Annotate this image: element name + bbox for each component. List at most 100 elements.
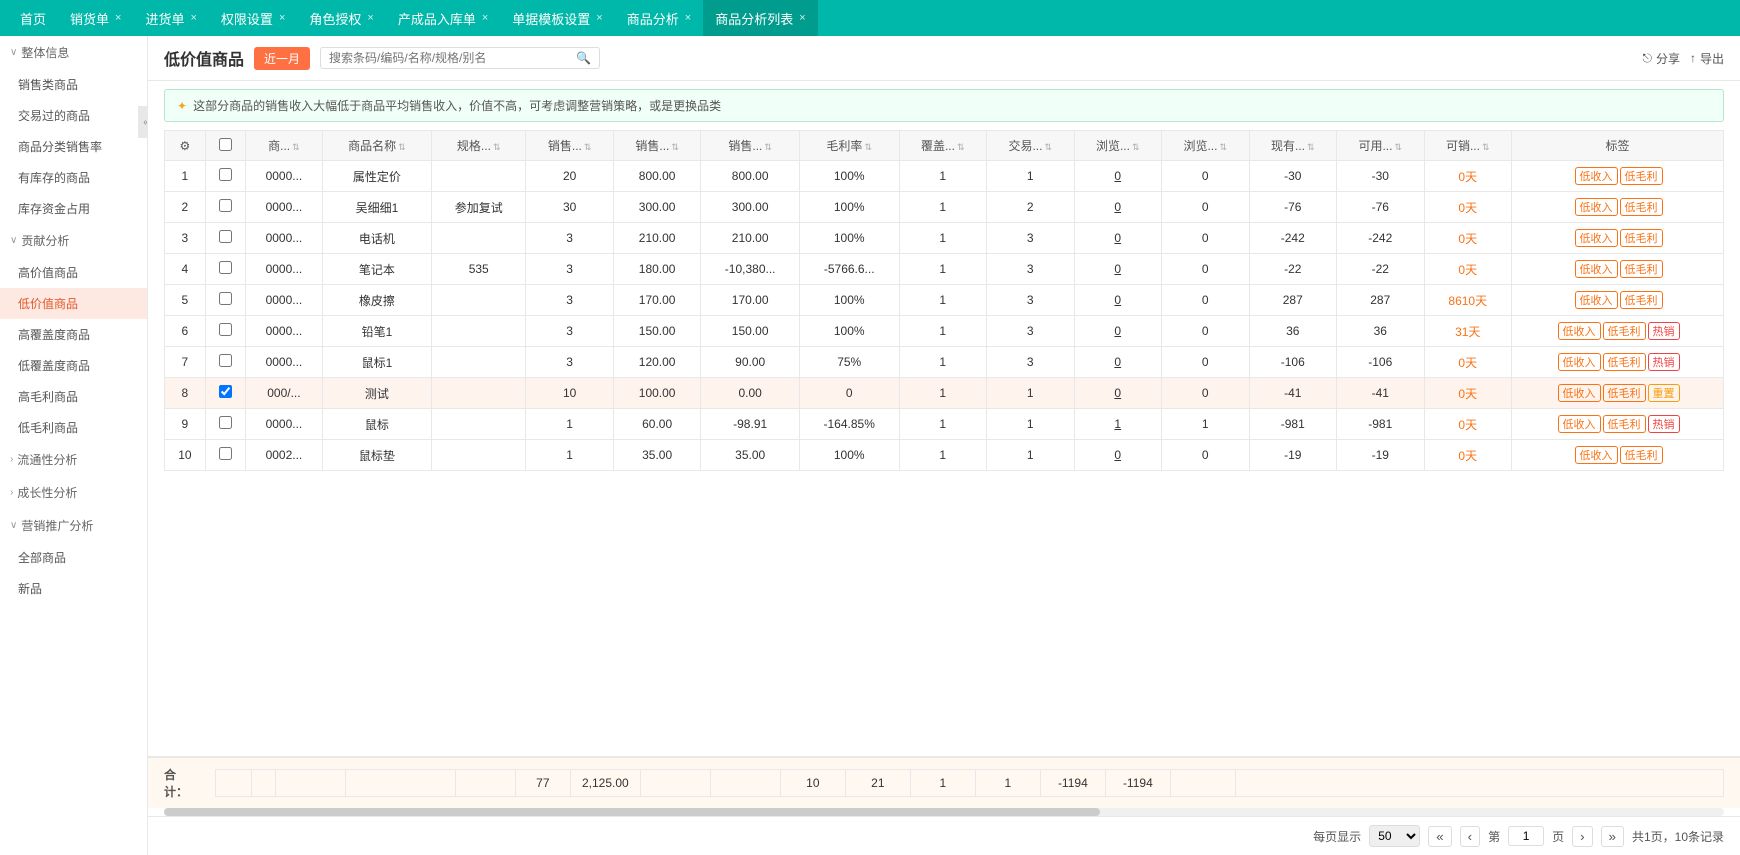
view1-link[interactable]: 0 xyxy=(1114,448,1121,462)
cell-view1[interactable]: 1 xyxy=(1074,409,1162,440)
sidebar-item-low-profit[interactable]: 低毛利商品 xyxy=(0,412,147,443)
col-tags[interactable]: 标签 xyxy=(1512,131,1724,161)
row-checkbox[interactable] xyxy=(219,199,232,212)
sidebar-item-high-profit[interactable]: 高毛利商品 xyxy=(0,381,147,412)
cell-checkbox[interactable] xyxy=(205,378,245,409)
view1-link[interactable]: 0 xyxy=(1114,324,1121,338)
col-trade[interactable]: 交易...⇅ xyxy=(987,131,1075,161)
nav-item-home[interactable]: 首页 xyxy=(8,0,58,36)
sidebar-group-营销推广分析[interactable]: ∨营销推广分析 xyxy=(0,509,147,542)
sidebar-item-new-goods[interactable]: 新品 xyxy=(0,573,147,604)
row-checkbox[interactable] xyxy=(219,168,232,181)
cell-view1[interactable]: 0 xyxy=(1074,316,1162,347)
view1-link[interactable]: 0 xyxy=(1114,262,1121,276)
nav-item-inventory[interactable]: 产成品入库单× xyxy=(386,0,500,36)
sidebar-group-整体信息[interactable]: ∨整体信息 xyxy=(0,36,147,69)
row-checkbox[interactable] xyxy=(219,261,232,274)
cell-checkbox[interactable] xyxy=(205,347,245,378)
col-view1[interactable]: 浏览...⇅ xyxy=(1074,131,1162,161)
col-name[interactable]: 商品名称⇅ xyxy=(322,131,431,161)
view1-link[interactable]: 0 xyxy=(1114,355,1121,369)
cell-checkbox[interactable] xyxy=(205,316,245,347)
date-btn[interactable]: 近一月 xyxy=(254,47,310,70)
sidebar-item-all-goods[interactable]: 全部商品 xyxy=(0,542,147,573)
view1-link[interactable]: 0 xyxy=(1114,293,1121,307)
sidebar-group-流通性分析[interactable]: ›流通性分析 xyxy=(0,443,147,476)
sidebar-item-sales-goods[interactable]: 销售类商品 xyxy=(0,69,147,100)
row-checkbox[interactable] xyxy=(219,416,232,429)
nav-item-permission[interactable]: 权限设置× xyxy=(209,0,297,36)
select-all-checkbox[interactable] xyxy=(219,138,232,151)
sidebar-collapse-btn[interactable]: « xyxy=(138,106,148,138)
nav-item-sales[interactable]: 销货单× xyxy=(58,0,133,36)
col-sales1[interactable]: 销售...⇅ xyxy=(526,131,614,161)
share-btn[interactable]: ⎋ 分享 xyxy=(1642,50,1680,67)
row-checkbox[interactable] xyxy=(219,447,232,460)
first-page-btn[interactable]: « xyxy=(1428,826,1451,847)
last-page-btn[interactable]: » xyxy=(1601,826,1624,847)
col-sales3[interactable]: 销售...⇅ xyxy=(701,131,800,161)
view1-link[interactable]: 0 xyxy=(1114,200,1121,214)
cell-view1[interactable]: 0 xyxy=(1074,161,1162,192)
cell-checkbox[interactable] xyxy=(205,285,245,316)
view1-link[interactable]: 0 xyxy=(1114,231,1121,245)
nav-close-analysis-list[interactable]: × xyxy=(799,12,805,24)
col-current[interactable]: 现有...⇅ xyxy=(1249,131,1337,161)
sidebar-item-traded-goods[interactable]: 交易过的商品 xyxy=(0,100,147,131)
nav-item-analysis-list[interactable]: 商品分析列表× xyxy=(703,0,817,36)
nav-close-permission[interactable]: × xyxy=(279,12,285,24)
cell-checkbox[interactable] xyxy=(205,254,245,285)
nav-item-template[interactable]: 单据模板设置× xyxy=(500,0,614,36)
cell-checkbox[interactable] xyxy=(205,192,245,223)
nav-close-analysis[interactable]: × xyxy=(685,12,691,24)
sidebar-group-成长性分析[interactable]: ›成长性分析 xyxy=(0,476,147,509)
sidebar-item-stock-goods[interactable]: 有库存的商品 xyxy=(0,162,147,193)
per-page-select[interactable]: 50 20 100 xyxy=(1369,825,1420,847)
col-sales2[interactable]: 销售...⇅ xyxy=(613,131,701,161)
sidebar-item-low-coverage[interactable]: 低覆盖度商品 xyxy=(0,350,147,381)
col-coverage[interactable]: 覆盖...⇅ xyxy=(899,131,987,161)
view1-link[interactable]: 0 xyxy=(1114,386,1121,400)
nav-close-sales[interactable]: × xyxy=(115,12,121,24)
next-page-btn[interactable]: › xyxy=(1572,826,1592,847)
cell-view1[interactable]: 0 xyxy=(1074,192,1162,223)
view1-link[interactable]: 1 xyxy=(1114,417,1121,431)
row-checkbox[interactable] xyxy=(219,385,232,398)
cell-checkbox[interactable] xyxy=(205,223,245,254)
cell-checkbox[interactable] xyxy=(205,161,245,192)
cell-view1[interactable]: 0 xyxy=(1074,378,1162,409)
cell-view1[interactable]: 0 xyxy=(1074,440,1162,471)
scrollbar-thumb[interactable] xyxy=(164,808,1100,816)
col-checkbox[interactable] xyxy=(205,131,245,161)
nav-close-role[interactable]: × xyxy=(367,12,373,24)
col-margin[interactable]: 毛利率⇅ xyxy=(799,131,899,161)
cell-view1[interactable]: 0 xyxy=(1074,285,1162,316)
nav-item-purchase[interactable]: 进货单× xyxy=(133,0,208,36)
col-code[interactable]: 商...⇅ xyxy=(245,131,322,161)
sidebar-item-high-value[interactable]: 高价值商品 xyxy=(0,257,147,288)
sidebar-item-category-rate[interactable]: 商品分类销售率 xyxy=(0,131,147,162)
prev-page-btn[interactable]: ‹ xyxy=(1460,826,1480,847)
cell-view1[interactable]: 0 xyxy=(1074,223,1162,254)
nav-item-role[interactable]: 角色授权× xyxy=(297,0,385,36)
col-available[interactable]: 可用...⇅ xyxy=(1337,131,1425,161)
row-checkbox[interactable] xyxy=(219,292,232,305)
col-spec[interactable]: 规格...⇅ xyxy=(432,131,526,161)
cell-checkbox[interactable] xyxy=(205,409,245,440)
nav-close-template[interactable]: × xyxy=(596,12,602,24)
nav-close-purchase[interactable]: × xyxy=(190,12,196,24)
search-input[interactable] xyxy=(329,51,572,65)
cell-view1[interactable]: 0 xyxy=(1074,254,1162,285)
row-checkbox[interactable] xyxy=(219,230,232,243)
nav-close-inventory[interactable]: × xyxy=(482,12,488,24)
sidebar-group-贡献分析[interactable]: ∨贡献分析 xyxy=(0,224,147,257)
col-gear[interactable]: ⚙ xyxy=(165,131,206,161)
export-btn[interactable]: ↑ 导出 xyxy=(1690,50,1724,67)
cell-checkbox[interactable] xyxy=(205,440,245,471)
sidebar-item-high-coverage[interactable]: 高覆盖度商品 xyxy=(0,319,147,350)
sidebar-item-low-value[interactable]: 低价值商品 xyxy=(0,288,147,319)
col-view2[interactable]: 浏览...⇅ xyxy=(1162,131,1250,161)
page-input[interactable] xyxy=(1508,826,1544,846)
row-checkbox[interactable] xyxy=(219,354,232,367)
cell-view1[interactable]: 0 xyxy=(1074,347,1162,378)
